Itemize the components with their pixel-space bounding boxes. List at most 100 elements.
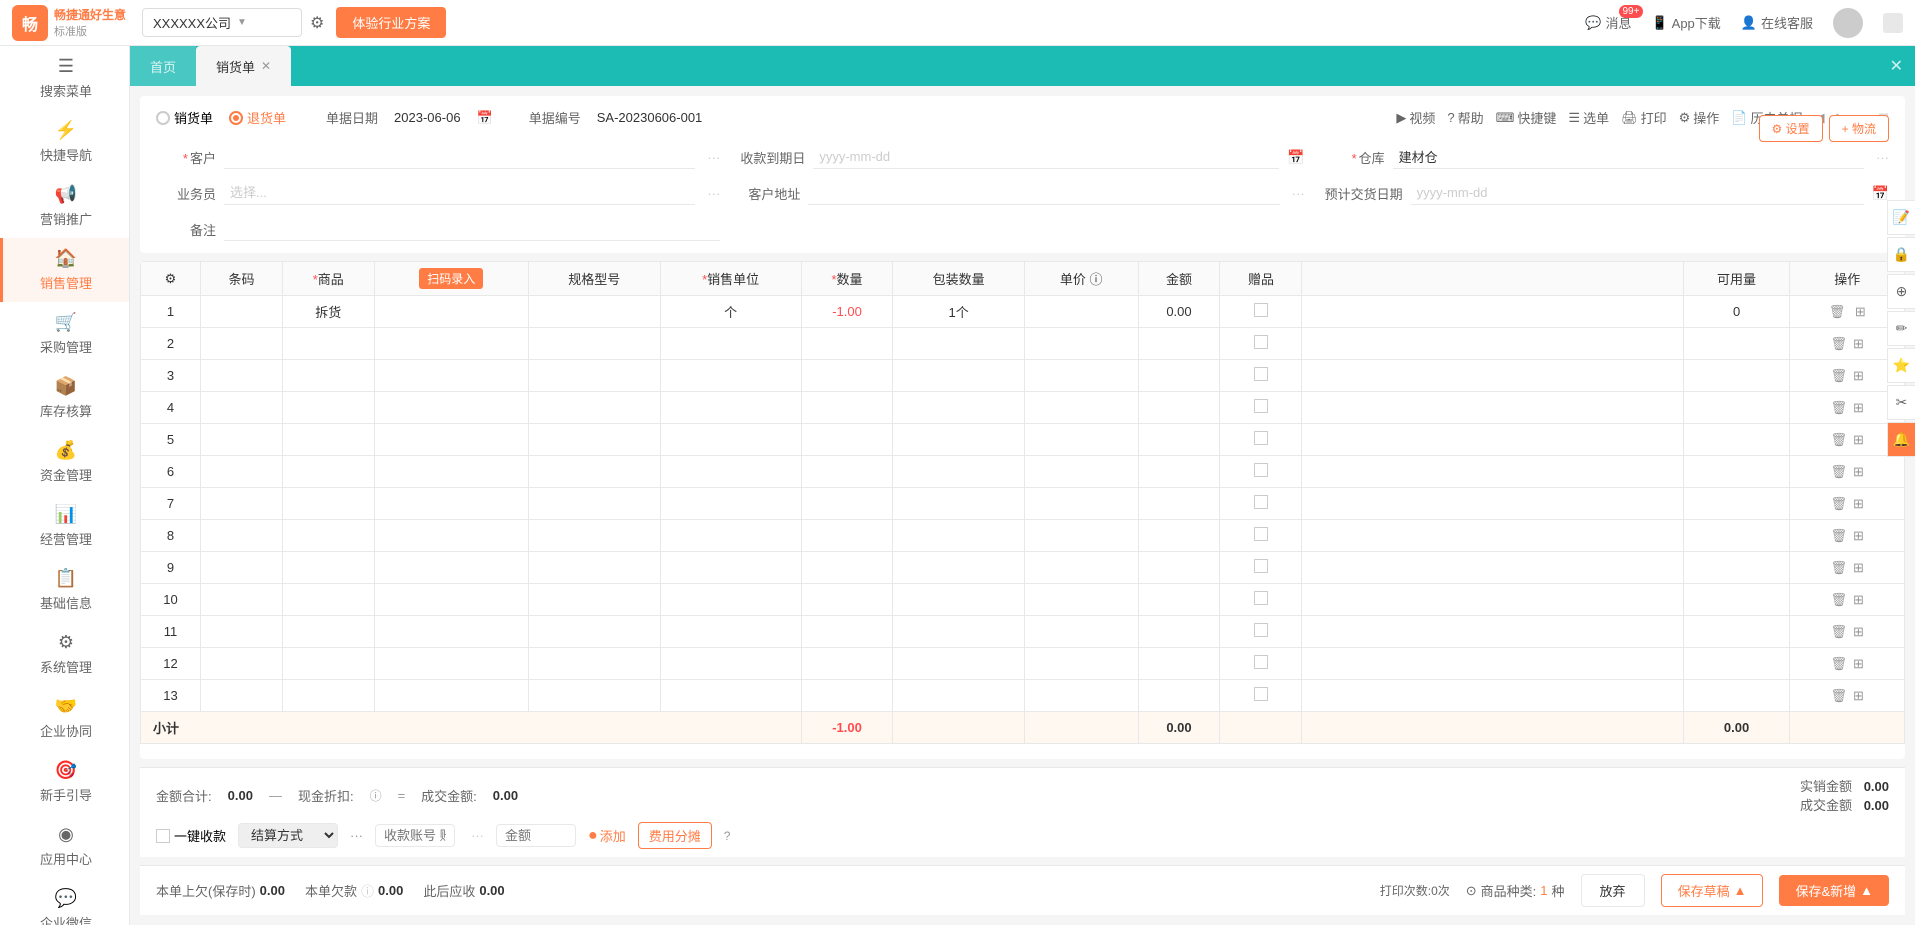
settings-btn[interactable]: ⚙ 设置	[1759, 115, 1823, 142]
gift-checkbox[interactable]	[1254, 655, 1268, 669]
gift-checkbox[interactable]	[1254, 431, 1268, 445]
save-draft-btn[interactable]: 保存草稿 ▲	[1661, 874, 1764, 907]
warehouse-more-icon[interactable]: ···	[1876, 150, 1889, 165]
cell-spec[interactable]	[528, 296, 660, 328]
salesperson-more-icon[interactable]: ···	[707, 186, 720, 201]
account-input[interactable]	[375, 824, 455, 847]
copy-row-icon[interactable]: ⊞	[1853, 400, 1864, 415]
right-btn-lock[interactable]: 🔒	[1887, 237, 1915, 272]
gift-checkbox[interactable]	[1254, 623, 1268, 637]
gift-checkbox[interactable]	[1254, 303, 1268, 317]
cell-unit[interactable]: 个	[660, 296, 801, 328]
delete-row-icon[interactable]: 🗑	[1831, 336, 1848, 351]
save-draft-arrow[interactable]: ▲	[1734, 883, 1747, 898]
sidebar-item-basic[interactable]: 📋 基础信息	[0, 558, 129, 622]
sidebar-item-guide[interactable]: 🎯 新手引导	[0, 750, 129, 814]
delete-row-icon[interactable]: 🗑	[1831, 688, 1848, 703]
shortcut-btn[interactable]: ⌨ 快捷键	[1496, 108, 1557, 127]
one-click-pay-checkbox[interactable]: 一键收款	[156, 826, 226, 845]
sidebar-item-quick-nav[interactable]: ⚡ 快捷导航	[0, 110, 129, 174]
operate-btn[interactable]: ⚙ 操作	[1679, 108, 1720, 127]
cell-qty[interactable]: -1.00	[801, 296, 893, 328]
copy-row-icon[interactable]: ⊞	[1853, 592, 1864, 607]
pay-method-more-icon[interactable]: ···	[350, 828, 363, 843]
online-service-btn[interactable]: 👤 在线客服	[1741, 13, 1813, 32]
copy-row-icon[interactable]: ⊞	[1853, 528, 1864, 543]
salesperson-input[interactable]	[224, 181, 695, 205]
copy-row-icon[interactable]: ⊞	[1853, 336, 1864, 351]
remark-input[interactable]	[224, 217, 720, 241]
th-settings[interactable]: ⚙	[141, 262, 201, 296]
delete-row-icon[interactable]: 🗑	[1831, 400, 1848, 415]
message-btn[interactable]: 💬 消息 99+	[1585, 13, 1631, 32]
expected-date-calendar-icon[interactable]: 📅	[1872, 185, 1889, 202]
choose-btn[interactable]: ☰ 选单	[1568, 108, 1609, 127]
expected-date-input[interactable]	[1411, 181, 1864, 205]
cell-pack[interactable]: 1个	[893, 296, 1025, 328]
delete-row-icon[interactable]: 🗑	[1829, 304, 1846, 319]
calendar-icon[interactable]: 📅	[477, 110, 493, 126]
logistics-btn[interactable]: + 物流	[1829, 115, 1889, 142]
delete-row-icon[interactable]: 🗑	[1831, 464, 1848, 479]
sidebar-item-sales[interactable]: 🏠 销售管理	[0, 238, 129, 302]
print-btn[interactable]: 🖨 打印	[1621, 108, 1667, 127]
save-new-arrow[interactable]: ▲	[1860, 883, 1873, 898]
copy-row-icon[interactable]: ⊞	[1853, 432, 1864, 447]
gift-checkbox[interactable]	[1254, 399, 1268, 413]
sidebar-item-finance[interactable]: 💰 资金管理	[0, 430, 129, 494]
customer-addr-more-icon[interactable]: ···	[1292, 186, 1305, 201]
copy-row-icon[interactable]: ⊞	[1853, 368, 1864, 383]
delete-row-icon[interactable]: 🗑	[1831, 656, 1848, 671]
sidebar-item-marketing[interactable]: 📢 营销推广	[0, 174, 129, 238]
copy-row-icon[interactable]: ⊞	[1853, 464, 1864, 479]
trial-btn[interactable]: 体验行业方案	[336, 7, 446, 38]
tab-sales-order[interactable]: 销货单 ✕	[196, 46, 291, 86]
sidebar-item-system[interactable]: ⚙ 系统管理	[0, 622, 129, 686]
due-date-input[interactable]	[813, 145, 1279, 169]
discount-help-icon[interactable]: ⓘ	[370, 787, 382, 804]
delete-row-icon[interactable]: 🗑	[1831, 528, 1848, 543]
app-download-btn[interactable]: 📱 App下载	[1651, 13, 1720, 32]
customer-input[interactable]	[224, 145, 695, 169]
sidebar-item-enterprise[interactable]: 🤝 企业协同	[0, 686, 129, 750]
tab-close-icon[interactable]: ✕	[261, 59, 271, 73]
cell-gift[interactable]	[1220, 296, 1302, 328]
one-click-pay-cb[interactable]	[156, 829, 170, 843]
delete-row-icon[interactable]: 🗑	[1831, 368, 1848, 383]
copy-row-icon[interactable]: ⊞	[1853, 656, 1864, 671]
delete-row-icon[interactable]: 🗑	[1831, 432, 1848, 447]
total-due-help-icon[interactable]: ⓘ	[361, 881, 374, 900]
right-btn-notify[interactable]: 🔔	[1887, 422, 1915, 457]
cell-barcode[interactable]	[200, 296, 282, 328]
sidebar-item-apps[interactable]: ◉ 应用中心	[0, 814, 129, 878]
gift-checkbox[interactable]	[1254, 335, 1268, 349]
avatar[interactable]	[1833, 8, 1863, 38]
pay-method-select[interactable]: 结算方式	[238, 823, 338, 848]
discard-btn[interactable]: 放弃	[1581, 874, 1645, 907]
close-all-icon[interactable]: ✕	[1890, 56, 1903, 76]
right-btn-edit[interactable]: 📝	[1887, 200, 1915, 235]
sidebar-item-operations[interactable]: 📊 经营管理	[0, 494, 129, 558]
amount-input[interactable]	[496, 824, 576, 847]
tab-close-all[interactable]: ✕	[1890, 56, 1915, 76]
video-btn[interactable]: ▶ 视频	[1396, 108, 1435, 127]
expense-btn[interactable]: 费用分摊	[638, 822, 712, 849]
radio-return[interactable]: 退货单	[229, 108, 286, 127]
delete-row-icon[interactable]: 🗑	[1831, 592, 1848, 607]
account-more-icon[interactable]: ···	[471, 828, 484, 843]
global-settings-icon[interactable]: ⚙	[310, 13, 324, 33]
expense-help-icon[interactable]: ?	[724, 829, 731, 843]
copy-row-icon[interactable]: ⊞	[1855, 304, 1866, 319]
copy-row-icon[interactable]: ⊞	[1853, 688, 1864, 703]
cell-price[interactable]	[1024, 296, 1138, 328]
gift-checkbox[interactable]	[1254, 527, 1268, 541]
copy-row-icon[interactable]: ⊞	[1853, 624, 1864, 639]
right-btn-pencil[interactable]: ✏	[1887, 311, 1915, 346]
gift-checkbox[interactable]	[1254, 687, 1268, 701]
scan-btn[interactable]: 扫码录入	[419, 268, 483, 289]
gift-checkbox[interactable]	[1254, 367, 1268, 381]
cell-product[interactable]: 拆货	[282, 296, 374, 328]
delete-row-icon[interactable]: 🗑	[1831, 496, 1848, 511]
right-btn-add[interactable]: ⊕	[1887, 274, 1915, 309]
copy-row-icon[interactable]: ⊞	[1853, 560, 1864, 575]
